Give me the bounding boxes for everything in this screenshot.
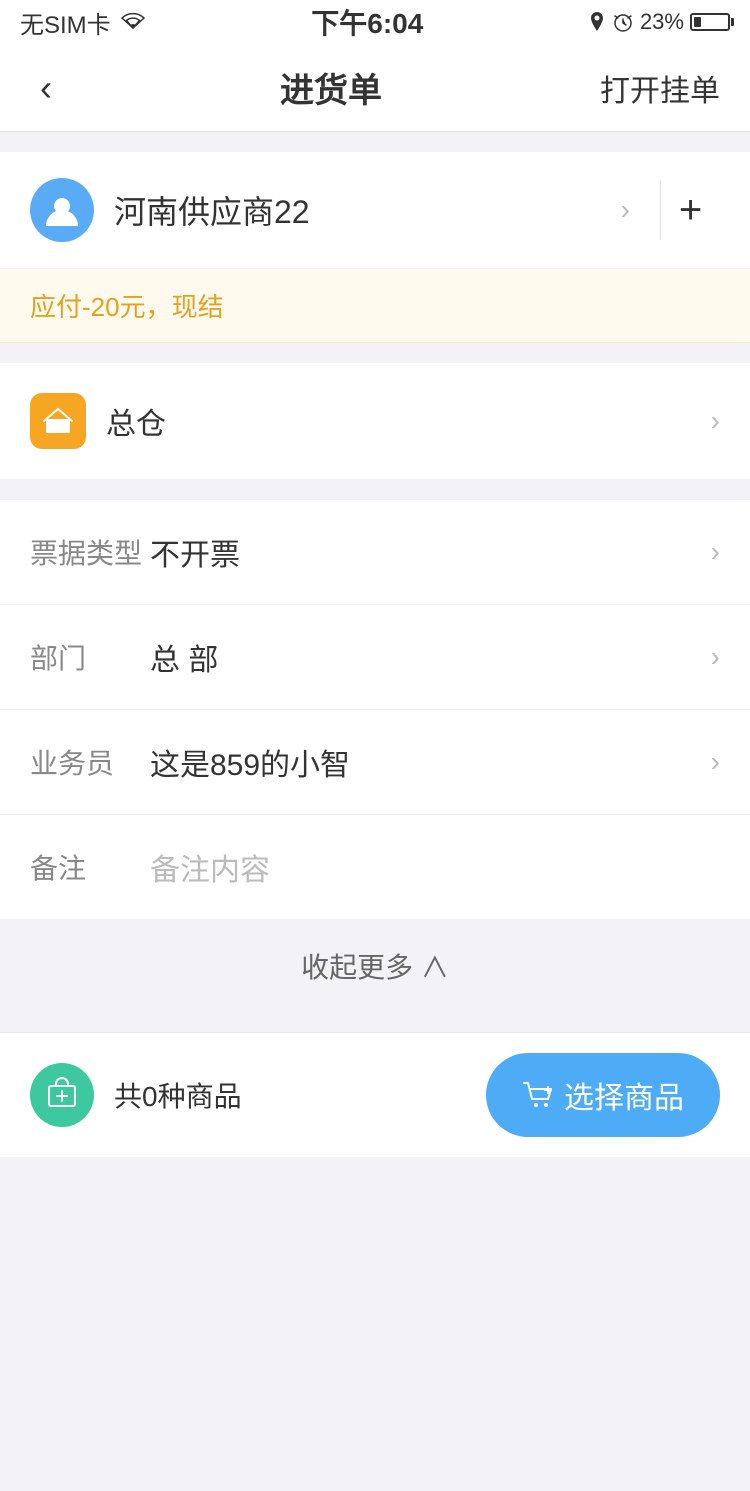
cart-icon xyxy=(522,1081,554,1109)
bottom-bar: 共0种商品 选择商品 xyxy=(0,1032,750,1157)
supplier-avatar xyxy=(30,178,94,242)
invoice-type-value: 不开票 xyxy=(150,530,711,574)
salesperson-row[interactable]: 业务员 这是859的小智 › xyxy=(0,710,750,815)
department-row[interactable]: 部门 总 部 › xyxy=(0,605,750,710)
back-button[interactable]: ‹ xyxy=(30,57,62,119)
section-divider-1 xyxy=(0,132,750,152)
wifi-icon xyxy=(119,12,147,32)
collapse-button[interactable]: 收起更多 ∧ xyxy=(0,920,750,1012)
remark-label: 备注 xyxy=(30,847,150,887)
remark-row[interactable]: 备注 备注内容 xyxy=(0,815,750,920)
open-pending-button[interactable]: 打开挂单 xyxy=(600,66,720,110)
battery-icon xyxy=(690,13,730,31)
warehouse-icon xyxy=(30,393,86,449)
warehouse-value: 总仓 xyxy=(106,399,711,443)
battery-percent: 23% xyxy=(640,9,684,35)
gray-fill-area xyxy=(0,1157,750,1491)
section-divider-4 xyxy=(0,1012,750,1032)
notice-text: 应付-20元，现结 xyxy=(30,292,224,322)
warehouse-section: 总仓 › xyxy=(0,363,750,480)
invoice-type-row[interactable]: 票据类型 不开票 › xyxy=(0,500,750,605)
salesperson-label: 业务员 xyxy=(30,742,150,782)
department-arrow-icon: › xyxy=(711,641,720,673)
department-value: 总 部 xyxy=(150,635,711,679)
salesperson-value: 这是859的小智 xyxy=(150,740,711,784)
select-product-button[interactable]: 选择商品 xyxy=(486,1053,720,1137)
page-title: 进货单 xyxy=(280,63,382,112)
notice-bar: 应付-20元，现结 xyxy=(0,269,750,343)
supplier-row[interactable]: 河南供应商22 › + xyxy=(0,152,750,269)
alarm-icon xyxy=(612,11,634,33)
section-divider-2 xyxy=(0,343,750,363)
invoice-type-label: 票据类型 xyxy=(30,532,150,572)
department-label: 部门 xyxy=(30,637,150,677)
remark-placeholder: 备注内容 xyxy=(150,845,720,889)
status-bar: 无SIM卡 下午6:04 23% xyxy=(0,0,750,44)
supplier-arrow-icon: › xyxy=(621,194,630,226)
warehouse-arrow-icon: › xyxy=(711,405,720,437)
product-icon xyxy=(30,1063,94,1127)
salesperson-arrow-icon: › xyxy=(711,746,720,778)
status-time: 下午6:04 xyxy=(311,2,423,42)
product-count: 共0种商品 xyxy=(114,1075,486,1115)
supplier-name: 河南供应商22 xyxy=(114,187,621,233)
carrier-label: 无SIM卡 xyxy=(20,5,111,40)
supplier-section: 河南供应商22 › + 应付-20元，现结 xyxy=(0,152,750,343)
status-right: 23% xyxy=(588,9,730,35)
form-section: 票据类型 不开票 › 部门 总 部 › 业务员 这是859的小智 › 备注 备注… xyxy=(0,500,750,920)
invoice-type-arrow-icon: › xyxy=(711,536,720,568)
select-product-label: 选择商品 xyxy=(564,1073,684,1117)
location-icon xyxy=(588,11,606,33)
warehouse-row[interactable]: 总仓 › xyxy=(0,363,750,480)
nav-bar: ‹ 进货单 打开挂单 xyxy=(0,44,750,132)
status-left: 无SIM卡 xyxy=(20,5,147,40)
add-supplier-button[interactable]: + xyxy=(660,180,720,240)
section-divider-3 xyxy=(0,480,750,500)
